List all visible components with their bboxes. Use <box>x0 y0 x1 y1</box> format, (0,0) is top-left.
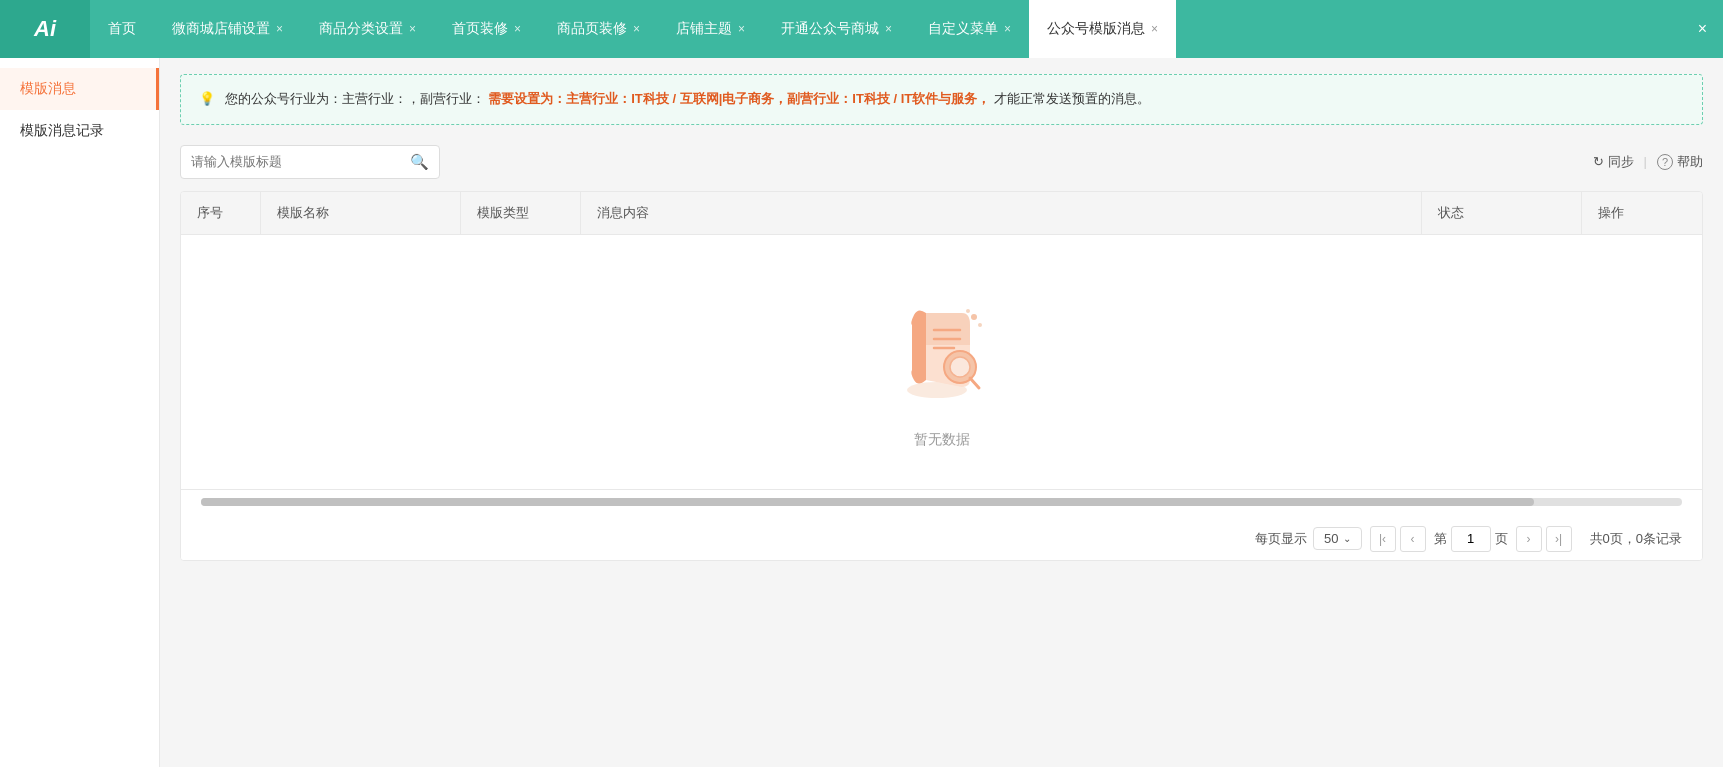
data-table: 序号 模版名称 模版类型 消息内容 状态 操作 <box>180 191 1703 561</box>
search-bar: 🔍 ↻ 同步 | ? 帮助 <box>180 145 1703 179</box>
nav-close-menu[interactable]: × <box>1004 22 1011 36</box>
svg-point-9 <box>966 309 970 313</box>
svg-point-7 <box>971 314 977 320</box>
sidebar-label-template-msg: 模版消息 <box>20 80 76 96</box>
col-type: 模版类型 <box>461 192 581 234</box>
help-button[interactable]: ? 帮助 <box>1657 153 1703 171</box>
dropdown-icon: ⌄ <box>1343 533 1351 544</box>
col-content: 消息内容 <box>581 192 1422 234</box>
per-page-dropdown[interactable]: 50 ⌄ <box>1313 527 1361 550</box>
col-status: 状态 <box>1422 192 1582 234</box>
nav-item-theme[interactable]: 店铺主题 × <box>658 0 763 58</box>
empty-state: 暂无数据 <box>181 235 1702 489</box>
nav-label-store-settings: 微商城店铺设置 <box>172 20 270 38</box>
nav-close-product-decor[interactable]: × <box>633 22 640 36</box>
global-close-button[interactable]: × <box>1698 20 1707 38</box>
sidebar-item-template-record[interactable]: 模版消息记录 <box>0 110 159 152</box>
nav-label-menu: 自定义菜单 <box>928 20 998 38</box>
pagination: 每页显示 50 ⌄ |‹ ‹ 第 页 › ›| <box>181 514 1702 560</box>
page-last-button[interactable]: ›| <box>1546 526 1572 552</box>
nav-close-template-msg[interactable]: × <box>1151 22 1158 36</box>
total-info: 共0页，0条记录 <box>1590 530 1682 548</box>
main-layout: 模版消息 模版消息记录 💡 您的公众号行业为：主营行业：，副营行业： 需要设置为… <box>0 58 1723 767</box>
nav-item-template-msg[interactable]: 公众号模版消息 × <box>1029 0 1176 58</box>
search-input-wrap: 🔍 <box>180 145 440 179</box>
nav-close-home-decor[interactable]: × <box>514 22 521 36</box>
help-icon: ? <box>1657 154 1673 170</box>
notice-icon: 💡 <box>199 91 215 106</box>
toolbar-right: ↻ 同步 | ? 帮助 <box>1593 153 1703 171</box>
nav-close-mall[interactable]: × <box>885 22 892 36</box>
logo-text: Ai <box>34 16 56 42</box>
nav-close-store-settings[interactable]: × <box>276 22 283 36</box>
table-header: 序号 模版名称 模版类型 消息内容 状态 操作 <box>181 192 1702 235</box>
empty-icon <box>882 295 1002 415</box>
empty-text: 暂无数据 <box>914 431 970 449</box>
notice-suffix: 才能正常发送预置的消息。 <box>994 91 1150 106</box>
sidebar-item-template-msg[interactable]: 模版消息 <box>0 68 159 110</box>
col-index: 序号 <box>181 192 261 234</box>
app-logo: Ai <box>0 0 90 58</box>
search-input[interactable] <box>191 154 410 169</box>
page-input-wrap: 第 页 <box>1434 526 1508 552</box>
nav-item-home[interactable]: 首页 <box>90 0 154 58</box>
nav-label-template-msg: 公众号模版消息 <box>1047 20 1145 38</box>
search-icon[interactable]: 🔍 <box>410 153 429 171</box>
nav-label-product-decor: 商品页装修 <box>557 20 627 38</box>
nav-item-home-decor[interactable]: 首页装修 × <box>434 0 539 58</box>
svg-point-5 <box>950 357 970 377</box>
notice-prefix: 您的公众号行业为：主营行业：，副营行业： <box>225 91 485 106</box>
page-first-button[interactable]: |‹ <box>1370 526 1396 552</box>
page-input[interactable] <box>1451 526 1491 552</box>
pagination-nav: |‹ ‹ <box>1370 526 1426 552</box>
per-page-value: 50 <box>1324 531 1338 546</box>
top-nav: Ai 首页 微商城店铺设置 × 商品分类设置 × 首页装修 × 商品页装修 × … <box>0 0 1723 58</box>
page-label-after: 页 <box>1495 530 1508 548</box>
fake-scrollbar[interactable] <box>201 498 1682 506</box>
svg-line-6 <box>970 378 979 388</box>
sync-icon: ↻ <box>1593 154 1604 169</box>
nav-label-home-decor: 首页装修 <box>452 20 508 38</box>
scrollbar-area <box>181 489 1702 514</box>
sync-button[interactable]: ↻ 同步 <box>1593 153 1634 171</box>
nav-label-category: 商品分类设置 <box>319 20 403 38</box>
notice-box: 💡 您的公众号行业为：主营行业：，副营行业： 需要设置为：主营行业：IT科技 /… <box>180 74 1703 125</box>
col-action: 操作 <box>1582 192 1702 234</box>
per-page-select: 每页显示 50 ⌄ <box>1255 527 1361 550</box>
scrollbar-thumb <box>201 498 1534 506</box>
nav-item-menu[interactable]: 自定义菜单 × <box>910 0 1029 58</box>
notice-highlight: 需要设置为：主营行业：IT科技 / 互联网|电子商务，副营行业：IT科技 / I… <box>488 91 990 106</box>
page-next-button[interactable]: › <box>1516 526 1542 552</box>
svg-point-8 <box>978 323 982 327</box>
nav-item-category[interactable]: 商品分类设置 × <box>301 0 434 58</box>
nav-item-store-settings[interactable]: 微商城店铺设置 × <box>154 0 301 58</box>
help-label: 帮助 <box>1677 153 1703 171</box>
nav-label-theme: 店铺主题 <box>676 20 732 38</box>
nav-item-mall[interactable]: 开通公众号商城 × <box>763 0 910 58</box>
content-area: 💡 您的公众号行业为：主营行业：，副营行业： 需要设置为：主营行业：IT科技 /… <box>160 58 1723 767</box>
nav-label-mall: 开通公众号商城 <box>781 20 879 38</box>
sidebar: 模版消息 模版消息记录 <box>0 58 160 767</box>
per-page-label: 每页显示 <box>1255 530 1307 548</box>
col-name: 模版名称 <box>261 192 461 234</box>
page-label-before: 第 <box>1434 530 1447 548</box>
sidebar-label-template-record: 模版消息记录 <box>20 122 104 138</box>
nav-item-product-decor[interactable]: 商品页装修 × <box>539 0 658 58</box>
nav-label-home: 首页 <box>108 20 136 38</box>
nav-close-theme[interactable]: × <box>738 22 745 36</box>
page-prev-button[interactable]: ‹ <box>1400 526 1426 552</box>
nav-close-category[interactable]: × <box>409 22 416 36</box>
toolbar-divider: | <box>1644 154 1647 169</box>
pagination-nav-next: › ›| <box>1516 526 1572 552</box>
sync-label: 同步 <box>1608 153 1634 171</box>
